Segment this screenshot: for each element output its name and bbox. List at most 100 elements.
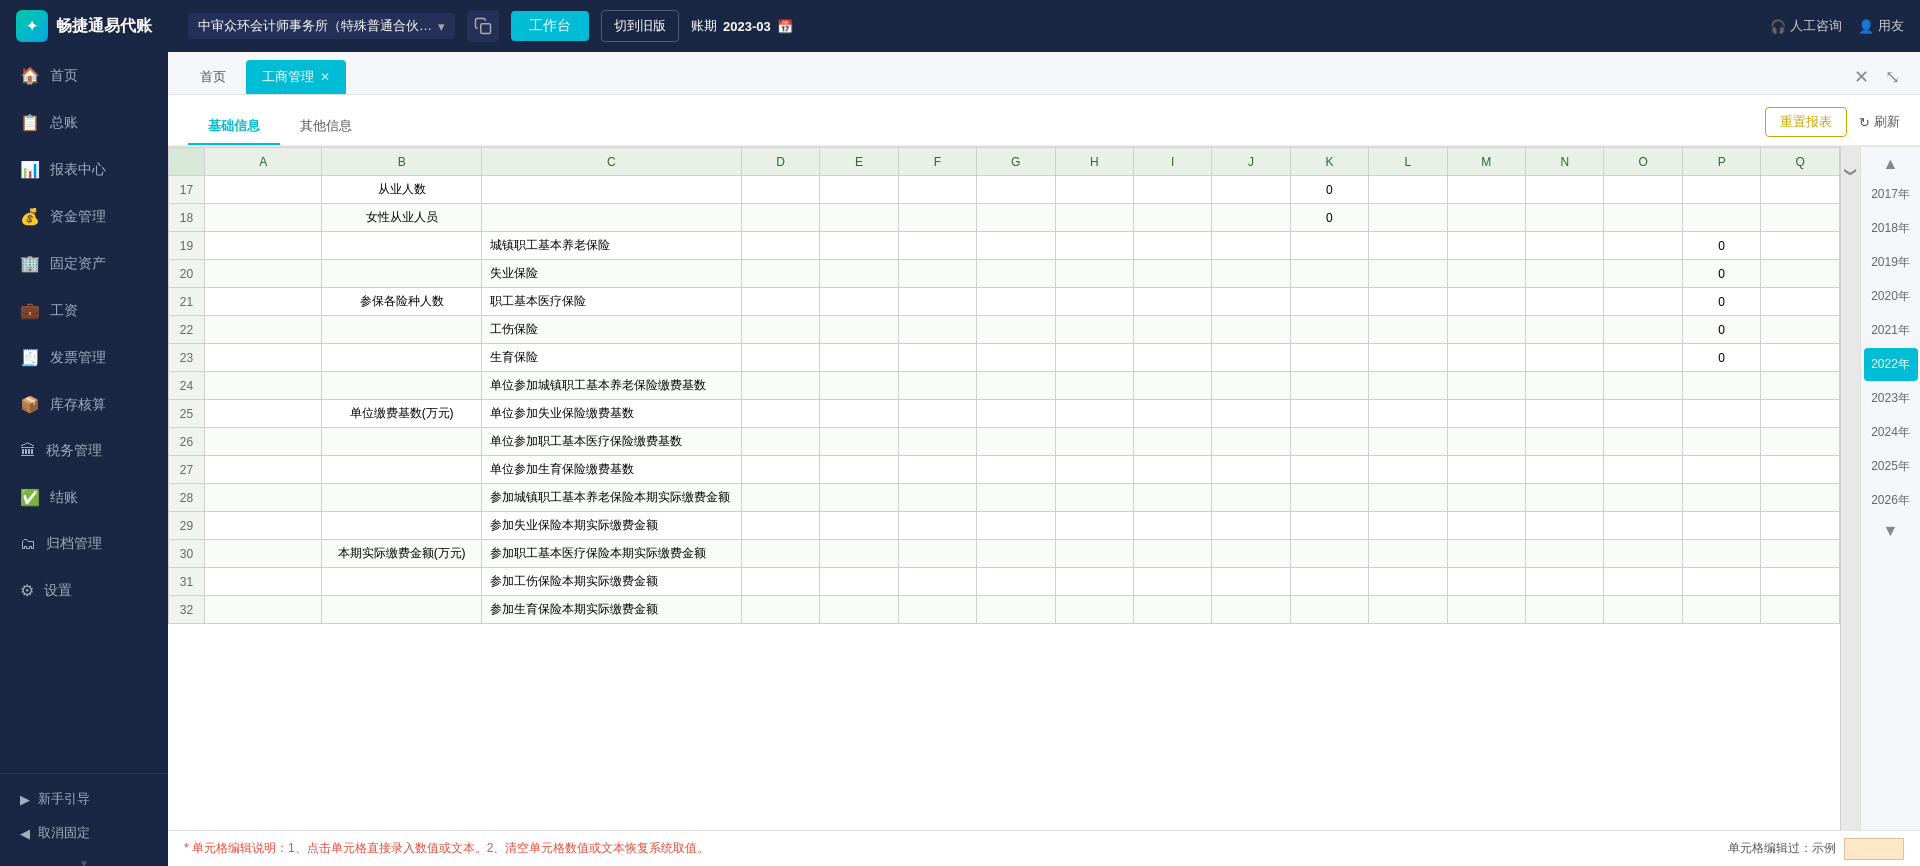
year-down-arrow[interactable]: ▼ (1879, 518, 1903, 544)
cell-b[interactable]: 单位缴费基数(万元) (322, 400, 481, 428)
cell-p[interactable] (1682, 484, 1760, 512)
cell-empty[interactable] (898, 232, 976, 260)
cell-empty[interactable] (1369, 400, 1447, 428)
cell-empty[interactable] (1526, 204, 1604, 232)
cell-empty[interactable] (1526, 232, 1604, 260)
cell-empty[interactable] (1447, 568, 1525, 596)
cell-q[interactable] (1761, 484, 1840, 512)
year-item[interactable]: 2017年 (1864, 178, 1918, 211)
cell-empty[interactable] (1526, 568, 1604, 596)
cell-p[interactable] (1682, 540, 1760, 568)
cell-empty[interactable] (820, 596, 898, 624)
year-item[interactable]: 2023年 (1864, 382, 1918, 415)
cell-c[interactable]: 参加工伤保险本期实际缴费金额 (481, 568, 741, 596)
cell-q[interactable] (1761, 176, 1840, 204)
cell-empty[interactable] (741, 456, 819, 484)
cell-empty[interactable] (1526, 484, 1604, 512)
cell-k[interactable] (1290, 428, 1368, 456)
cell-empty[interactable] (1133, 484, 1211, 512)
cell-b[interactable]: 女性从业人员 (322, 204, 481, 232)
cell-p[interactable]: 0 (1682, 260, 1760, 288)
sidebar-item-unpin[interactable]: ◀ 取消固定 (0, 816, 168, 850)
cell-empty[interactable] (1604, 288, 1682, 316)
cell-q[interactable] (1761, 232, 1840, 260)
cell-empty[interactable] (741, 344, 819, 372)
cell-empty[interactable] (1055, 484, 1133, 512)
cell-c[interactable]: 单位参加职工基本医疗保险缴费基数 (481, 428, 741, 456)
cell-empty[interactable] (1447, 372, 1525, 400)
cell-empty[interactable] (1604, 428, 1682, 456)
table-row[interactable]: 27单位参加生育保险缴费基数 (169, 456, 1840, 484)
cell-p[interactable] (1682, 568, 1760, 596)
table-row[interactable]: 25单位缴费基数(万元)单位参加失业保险缴费基数 (169, 400, 1840, 428)
cell-empty[interactable] (1133, 260, 1211, 288)
cell-empty[interactable] (1526, 400, 1604, 428)
spreadsheet-wrapper[interactable]: A B C D E F G H I J K L M (168, 147, 1840, 830)
cell-empty[interactable] (1604, 316, 1682, 344)
cell-empty[interactable] (898, 596, 976, 624)
cell-empty[interactable] (898, 484, 976, 512)
cell-p[interactable] (1682, 400, 1760, 428)
cell-empty[interactable] (977, 400, 1055, 428)
cell-empty[interactable] (1447, 596, 1525, 624)
cell-empty[interactable] (820, 456, 898, 484)
cell-q[interactable] (1761, 596, 1840, 624)
cell-empty[interactable] (977, 372, 1055, 400)
cell-p[interactable]: 0 (1682, 316, 1760, 344)
cell-empty[interactable] (1055, 568, 1133, 596)
cell-empty[interactable] (820, 428, 898, 456)
sub-tab-basic[interactable]: 基础信息 (188, 109, 280, 145)
year-item[interactable]: 2026年 (1864, 484, 1918, 517)
cell-empty[interactable] (898, 204, 976, 232)
cell-empty[interactable] (820, 344, 898, 372)
cell-empty[interactable] (741, 288, 819, 316)
cell-empty[interactable] (977, 540, 1055, 568)
cell-k[interactable] (1290, 372, 1368, 400)
cell-empty[interactable] (741, 260, 819, 288)
cell-p[interactable]: 0 (1682, 232, 1760, 260)
cell-a[interactable] (205, 428, 322, 456)
cell-empty[interactable] (1212, 344, 1290, 372)
cell-c[interactable]: 工伤保险 (481, 316, 741, 344)
cell-empty[interactable] (1133, 400, 1211, 428)
cell-b[interactable] (322, 372, 481, 400)
tab-close-button[interactable]: ✕ (320, 70, 330, 84)
cell-empty[interactable] (1526, 372, 1604, 400)
cell-empty[interactable] (741, 372, 819, 400)
sidebar-item-salary[interactable]: 💼 工资 (0, 287, 168, 334)
sidebar-item-invoice[interactable]: 🧾 发票管理 (0, 334, 168, 381)
cell-empty[interactable] (1447, 316, 1525, 344)
cell-k[interactable] (1290, 456, 1368, 484)
cell-b[interactable] (322, 456, 481, 484)
year-up-arrow[interactable]: ▲ (1879, 151, 1903, 177)
cell-empty[interactable] (741, 484, 819, 512)
table-row[interactable]: 18女性从业人员0 (169, 204, 1840, 232)
cell-empty[interactable] (977, 204, 1055, 232)
cell-a[interactable] (205, 204, 322, 232)
cell-empty[interactable] (898, 540, 976, 568)
cell-empty[interactable] (1447, 428, 1525, 456)
cell-empty[interactable] (1369, 372, 1447, 400)
cell-empty[interactable] (1055, 232, 1133, 260)
cell-a[interactable] (205, 400, 322, 428)
cell-empty[interactable] (1133, 344, 1211, 372)
cell-empty[interactable] (820, 204, 898, 232)
table-row[interactable]: 32参加生育保险本期实际缴费金额 (169, 596, 1840, 624)
cell-empty[interactable] (1212, 568, 1290, 596)
cell-q[interactable] (1761, 260, 1840, 288)
cell-empty[interactable] (898, 316, 976, 344)
cell-empty[interactable] (1055, 260, 1133, 288)
cell-k[interactable] (1290, 512, 1368, 540)
cell-empty[interactable] (898, 372, 976, 400)
table-row[interactable]: 30本期实际缴费金额(万元)参加职工基本医疗保险本期实际缴费金额 (169, 540, 1840, 568)
close-window-button[interactable]: ✕ (1850, 62, 1873, 92)
cell-empty[interactable] (1369, 512, 1447, 540)
sidebar-scroll-down[interactable]: ▼ (0, 858, 168, 866)
cell-empty[interactable] (898, 400, 976, 428)
cell-empty[interactable] (1133, 512, 1211, 540)
cell-empty[interactable] (1447, 344, 1525, 372)
sidebar-item-settings[interactable]: ⚙ 设置 (0, 567, 168, 614)
cell-empty[interactable] (741, 232, 819, 260)
cell-empty[interactable] (1447, 512, 1525, 540)
cell-c[interactable] (481, 204, 741, 232)
